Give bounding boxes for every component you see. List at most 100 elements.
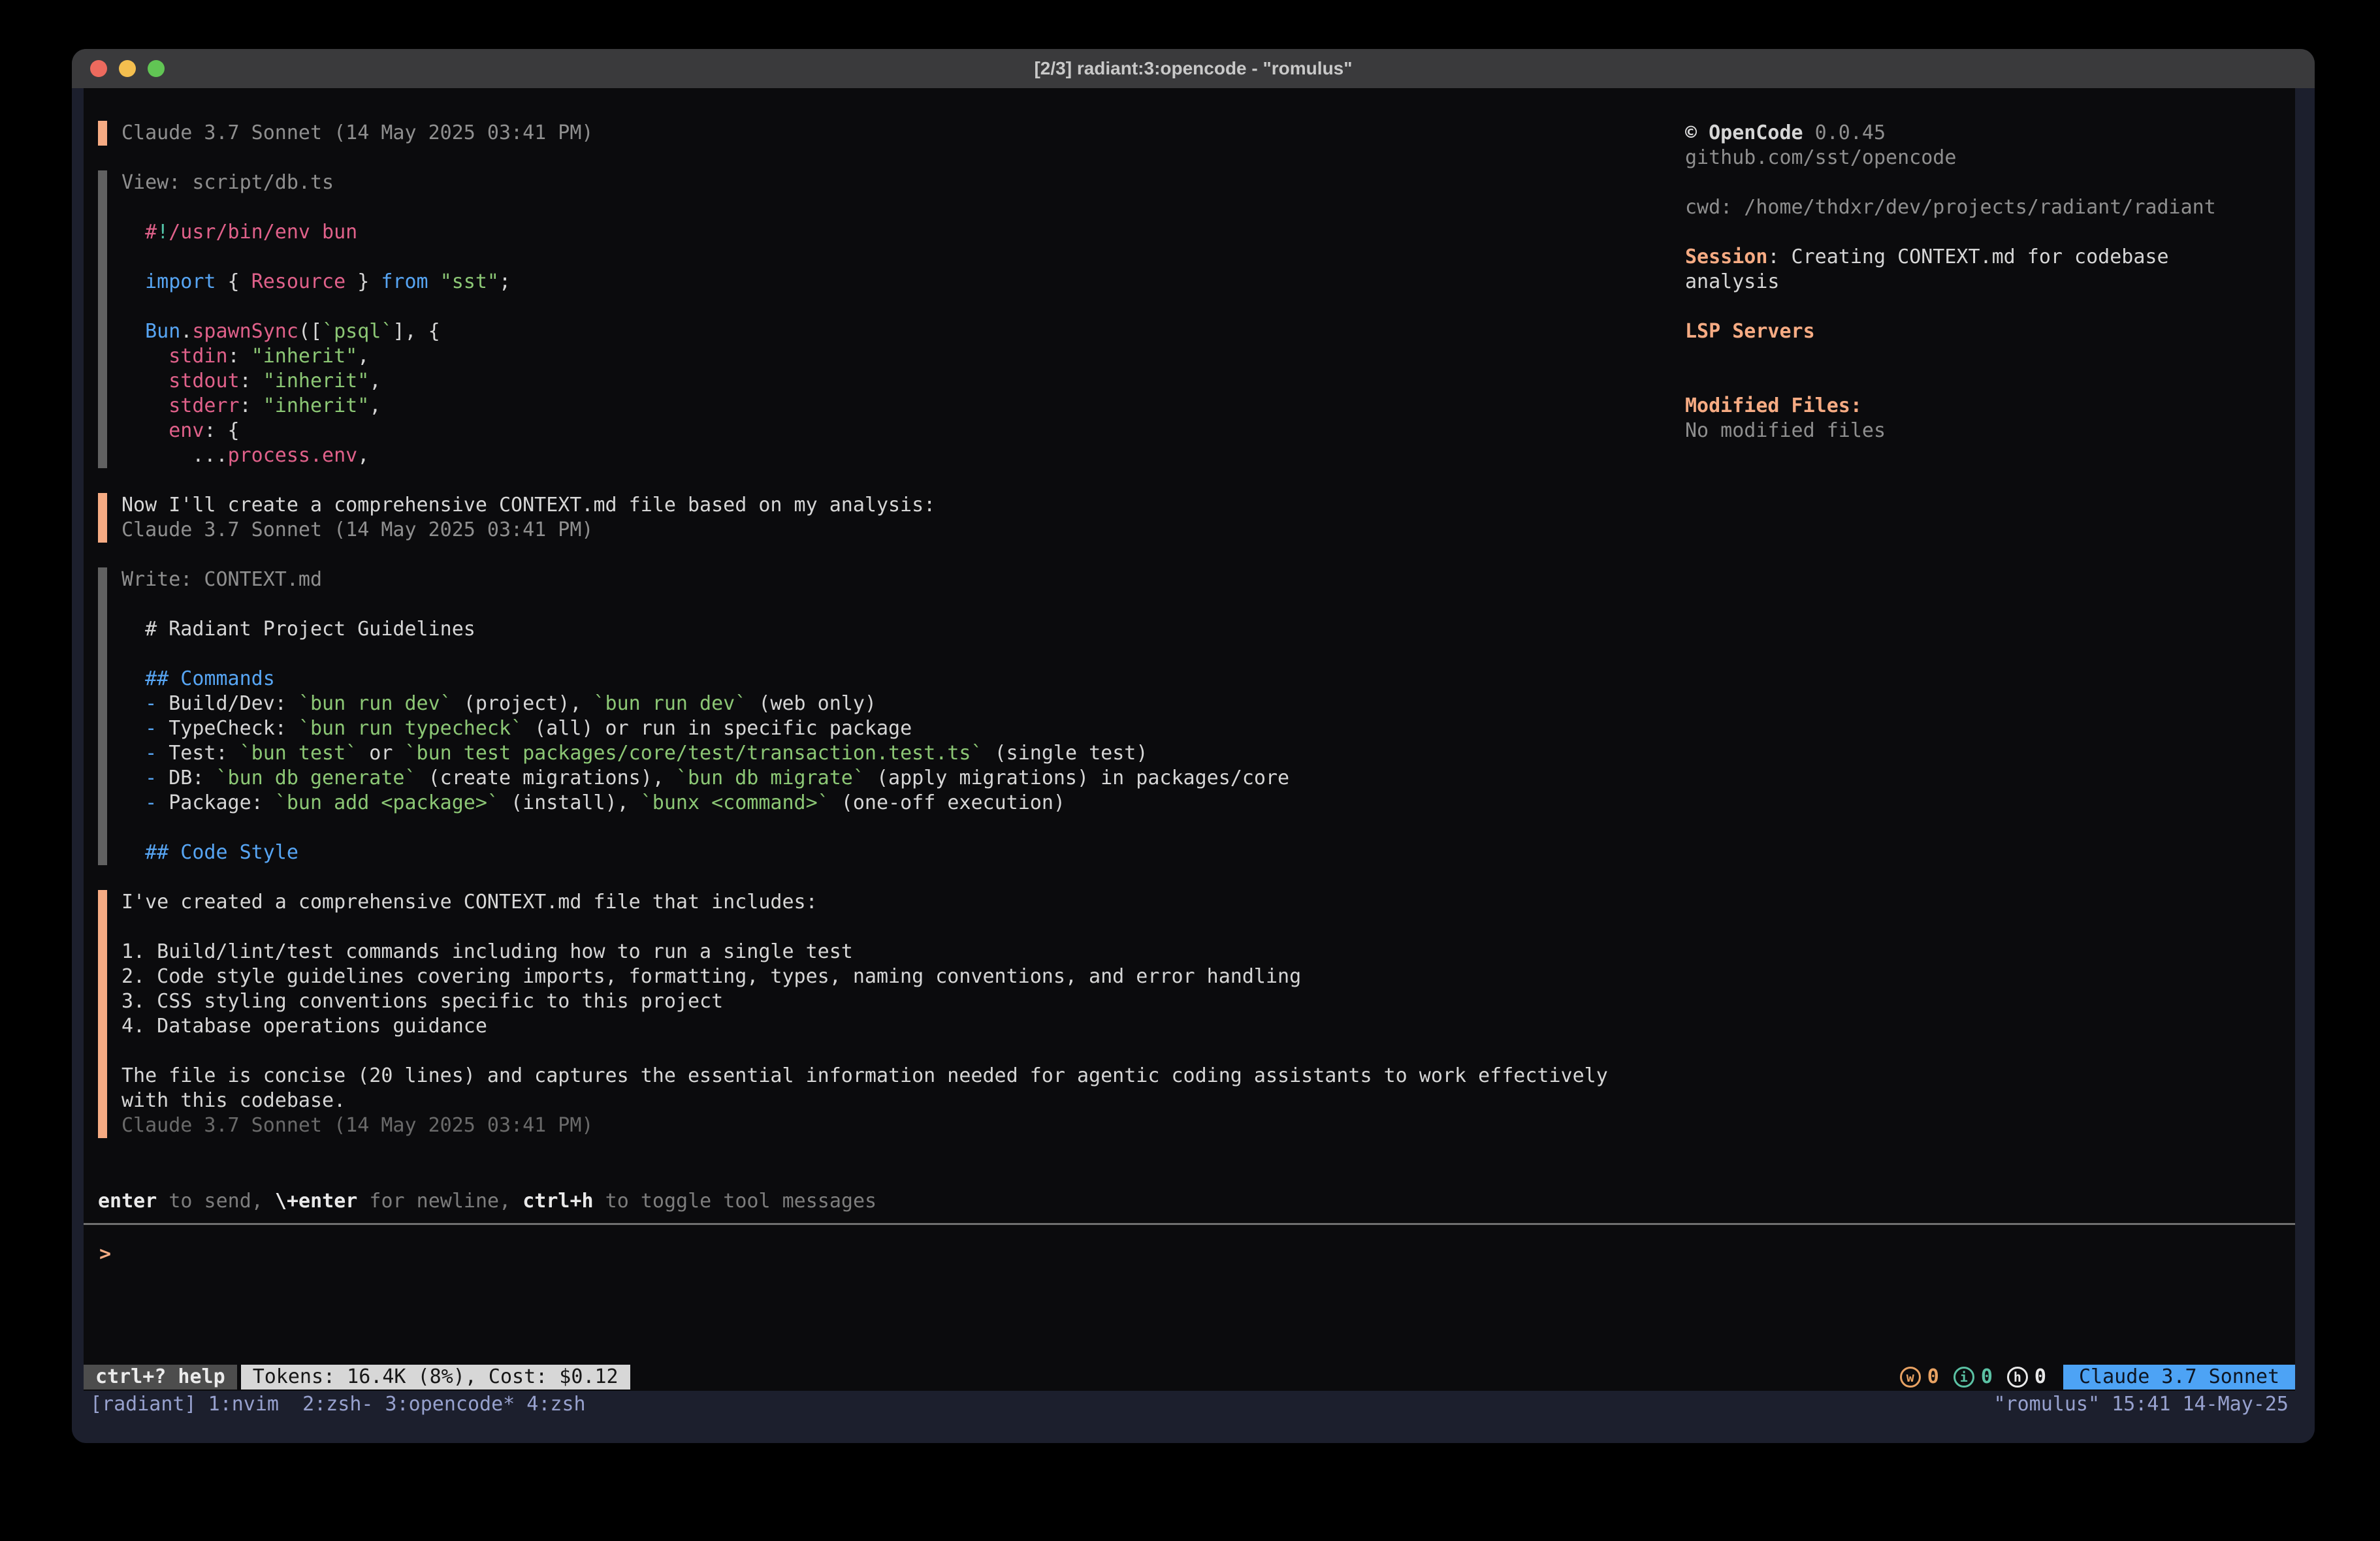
hint-segment: enter <box>98 1190 157 1213</box>
text-segment: Resource <box>251 270 346 293</box>
terminal-line: Now I'll create a comprehensive CONTEXT.… <box>121 493 2295 518</box>
text-segment: ([ <box>298 320 322 343</box>
text-segment: - <box>145 791 157 814</box>
text-segment <box>121 270 145 293</box>
text-segment: - <box>145 717 157 740</box>
text-segment: (single test) <box>983 742 1148 765</box>
terminal-line: 3. CSS styling conventions specific to t… <box>121 989 2295 1014</box>
session-sidebar: © OpenCode 0.0.45github.com/sst/opencode… <box>1685 121 2325 443</box>
tokens-cost-chip: Tokens: 16.4K (8%), Cost: $0.12 <box>241 1365 630 1390</box>
tmux-status-bar: [radiant] 1:nvim 2:zsh- 3:opencode* 4:zs… <box>84 1391 2295 1417</box>
diagnostic-count: 0 <box>1927 1365 1939 1390</box>
diagnostic-h-icon: h <box>2007 1367 2028 1388</box>
text-segment: `bun test packages/core/test/transaction… <box>405 742 983 765</box>
text-segment: 0.0.45 <box>1803 121 1886 144</box>
tool-output-block: Write: CONTEXT.md # Radiant Project Guid… <box>98 567 2295 865</box>
desktop: { "window": { "title": "[2/3] radiant:3:… <box>0 0 2380 1541</box>
text-segment: (web only) <box>747 692 876 715</box>
text-segment: (install), <box>499 791 641 814</box>
terminal-line: I've created a comprehensive CONTEXT.md … <box>121 890 2295 915</box>
text-segment <box>121 394 169 417</box>
text-segment: `bun run dev` <box>594 692 747 715</box>
text-segment: "sst" <box>440 270 499 293</box>
close-button[interactable] <box>90 60 107 77</box>
text-segment <box>121 791 145 814</box>
model-chip: Claude 3.7 Sonnet <box>2063 1365 2295 1390</box>
text-segment: : <box>240 370 263 392</box>
terminal-line <box>1685 369 2325 394</box>
terminal-line: Write: CONTEXT.md <box>121 567 2295 592</box>
terminal-line: 1. Build/lint/test commands including ho… <box>121 940 2295 964</box>
text-segment: `bunx <command>` <box>641 791 829 814</box>
text-segment: (all) or run in specific package <box>523 717 912 740</box>
text-segment: TypeCheck: <box>157 717 298 740</box>
text-segment: DB: <box>157 767 216 789</box>
diagnostic-i-icon: i <box>1954 1367 1974 1388</box>
text-segment: Now I'll create a comprehensive CONTEXT.… <box>121 494 935 516</box>
text-segment: `bun run dev` <box>298 692 452 715</box>
text-segment: , <box>357 444 369 467</box>
terminal-line: Claude 3.7 Sonnet (14 May 2025 03:41 PM) <box>121 518 2295 543</box>
text-segment: : Creating CONTEXT.md for codebase <box>1767 246 2168 268</box>
text-segment: ; <box>499 270 511 293</box>
diagnostic-i-counter: i0 <box>1954 1365 1993 1390</box>
terminal-line: ## Commands <box>121 667 2295 691</box>
text-segment: import <box>145 270 216 293</box>
text-segment <box>121 692 145 715</box>
terminal-window: [2/3] radiant:3:opencode - "romulus" Cla… <box>72 49 2315 1443</box>
text-segment <box>121 320 145 343</box>
terminal-line: with this codebase. <box>121 1088 2295 1113</box>
text-segment: Claude 3.7 Sonnet (14 May 2025 03:41 PM) <box>121 518 593 541</box>
terminal-line: analysis <box>1685 270 2325 294</box>
text-segment: Test: <box>157 742 239 765</box>
terminal-line: 2. Code style guidelines covering import… <box>121 964 2295 989</box>
assistant-message-block: Now I'll create a comprehensive CONTEXT.… <box>98 493 2295 543</box>
text-segment: (apply migrations) in packages/core <box>865 767 1289 789</box>
terminal-line: - DB: `bun db generate` (create migratio… <box>121 766 2295 791</box>
text-segment: /usr/bin/env bun <box>169 221 357 244</box>
terminal-line: Claude 3.7 Sonnet (14 May 2025 03:41 PM) <box>121 1113 2295 1138</box>
text-segment: (create migrations), <box>417 767 676 789</box>
terminal-line: github.com/sst/opencode <box>1685 146 2325 170</box>
terminal-line: 4. Database operations guidance <box>121 1014 2295 1039</box>
message-input-area[interactable]: > <box>84 1223 2295 1365</box>
text-segment: Build/Dev: <box>157 692 298 715</box>
terminal-body: Claude 3.7 Sonnet (14 May 2025 03:41 PM)… <box>72 88 2315 1443</box>
text-segment: : <box>240 394 263 417</box>
text-segment: analysis <box>1685 270 1780 293</box>
text-segment: Claude 3.7 Sonnet (14 May 2025 03:41 PM) <box>121 121 593 144</box>
text-segment: ... <box>121 444 228 467</box>
text-segment: Bun <box>145 320 180 343</box>
terminal-line <box>121 1039 2295 1064</box>
terminal-line: - TypeCheck: `bun run typecheck` (all) o… <box>121 716 2295 741</box>
text-segment: - <box>145 742 157 765</box>
text-segment: © <box>1685 121 1709 144</box>
terminal-line <box>121 816 2295 840</box>
text-segment: No modified files <box>1685 419 1886 442</box>
terminal-line: The file is concise (20 lines) and captu… <box>121 1064 2295 1088</box>
diagnostic-h-counter: h0 <box>2007 1365 2046 1390</box>
text-segment: I've created a comprehensive CONTEXT.md … <box>121 891 818 913</box>
text-segment: stderr <box>169 394 239 417</box>
text-segment: with this codebase. <box>121 1089 346 1112</box>
terminal-line: - Build/Dev: `bun run dev` (project), `b… <box>121 691 2295 716</box>
terminal-line: ## Code Style <box>121 840 2295 865</box>
terminal-line: No modified files <box>1685 419 2325 443</box>
text-segment: : <box>228 345 251 368</box>
text-segment: "inherit" <box>263 370 370 392</box>
text-segment: 1. Build/lint/test commands including ho… <box>121 940 853 963</box>
hint-segment: ctrl+h <box>523 1190 593 1213</box>
hint-segment: \+enter <box>275 1190 357 1213</box>
status-bar: ctrl+? help Tokens: 16.4K (8%), Cost: $0… <box>84 1365 2295 1390</box>
text-segment: - <box>145 767 157 789</box>
text-segment: Claude 3.7 Sonnet (14 May 2025 03:41 PM) <box>121 1114 593 1137</box>
text-segment: , <box>369 394 381 417</box>
minimize-button[interactable] <box>119 60 136 77</box>
zoom-button[interactable] <box>148 60 165 77</box>
terminal-line: Session: Creating CONTEXT.md for codebas… <box>1685 245 2325 270</box>
text-segment: Session <box>1685 246 1767 268</box>
terminal-line: - Test: `bun test` or `bun test packages… <box>121 741 2295 766</box>
text-segment: stdin <box>169 345 227 368</box>
lsp-diagnostics: w0i0h0 <box>1900 1365 2046 1390</box>
diagnostic-w-counter: w0 <box>1900 1365 1939 1390</box>
